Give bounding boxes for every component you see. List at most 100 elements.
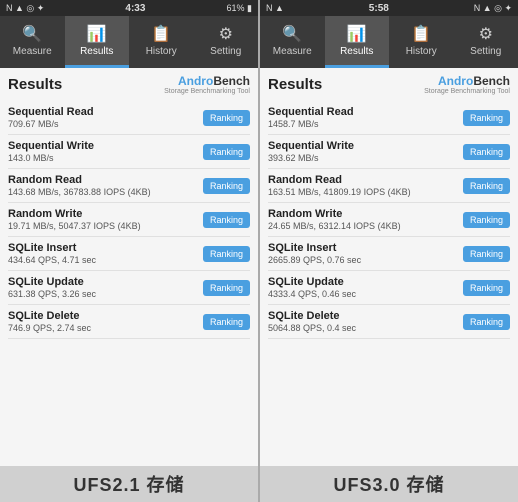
bench-row: Random Write24.65 MB/s, 6312.14 IOPS (4K… (268, 203, 510, 237)
bench-value: 746.9 QPS, 2.74 sec (8, 323, 197, 333)
bench-info: Random Write19.71 MB/s, 5047.37 IOPS (4K… (8, 208, 197, 231)
bench-name: SQLite Update (268, 276, 457, 288)
top-bar: N ▲5:58N ▲ ◎ ✦ (260, 0, 518, 16)
nav-bar: 🔍Measure 📊 Results 📋History⚙Setting (0, 16, 258, 68)
bench-row: Random Read143.68 MB/s, 36783.88 IOPS (4… (8, 169, 250, 203)
ranking-button[interactable]: Ranking (463, 314, 510, 330)
bench-name: Sequential Read (268, 106, 457, 118)
nav-label-measure: Measure (273, 46, 312, 57)
nav-label-setting: Setting (470, 46, 501, 57)
top-bar-right-icons: 61% ▮ (227, 3, 252, 14)
bench-name: SQLite Insert (268, 242, 457, 254)
nav-label-setting: Setting (210, 46, 241, 57)
andro-logo-main: AndroBench (438, 74, 510, 88)
bench-name: SQLite Insert (8, 242, 197, 254)
results-header: ResultsAndroBenchStorage Benchmarking To… (268, 74, 510, 95)
top-bar-left-icons: N ▲ (266, 3, 284, 13)
bench-name: SQLite Delete (8, 310, 197, 322)
bench-value: 19.71 MB/s, 5047.37 IOPS (4KB) (8, 221, 197, 231)
bench-value: 709.67 MB/s (8, 119, 197, 129)
bench-info: Sequential Write143.0 MB/s (8, 140, 197, 163)
top-bar-left-icons: N ▲ ◎ ✦ (6, 3, 44, 14)
nav-icon-measure: 🔍 (282, 24, 302, 44)
top-bar: N ▲ ◎ ✦ 4:33 61% ▮ (0, 0, 258, 16)
ranking-button[interactable]: Ranking (203, 246, 250, 262)
andro-logo-main: AndroBench (178, 74, 250, 88)
bench-value: 631.38 QPS, 3.26 sec (8, 289, 197, 299)
ranking-button[interactable]: Ranking (203, 178, 250, 194)
content-area: ResultsAndroBenchStorage Benchmarking To… (260, 68, 518, 466)
nav-icon-setting: ⚙ (479, 24, 493, 44)
bench-value: 1458.7 MB/s (268, 119, 457, 129)
nav-icon-results: 📊 (87, 24, 107, 44)
bench-name: SQLite Update (8, 276, 197, 288)
time-display: 4:33 (125, 3, 145, 14)
nav-label-results: Results (340, 46, 373, 57)
nav-item-measure[interactable]: 🔍 Measure (260, 16, 325, 68)
bench-value: 143.0 MB/s (8, 153, 197, 163)
bench-value: 434.64 QPS, 4.71 sec (8, 255, 197, 265)
bench-name: Random Read (8, 174, 197, 186)
bench-info: Random Read163.51 MB/s, 41809.19 IOPS (4… (268, 174, 457, 197)
bench-row: Random Write19.71 MB/s, 5047.37 IOPS (4K… (8, 203, 250, 237)
bench-info: Sequential Read1458.7 MB/s (268, 106, 457, 129)
bench-row: SQLite Update631.38 QPS, 3.26 sec Ranking (8, 271, 250, 305)
bench-row: Random Read163.51 MB/s, 41809.19 IOPS (4… (268, 169, 510, 203)
nav-item-history[interactable]: 📋History (129, 16, 194, 68)
ranking-button[interactable]: Ranking (203, 110, 250, 126)
bench-row: Sequential Read709.67 MB/s Ranking (8, 101, 250, 135)
bottom-row: UFS2.1 存储 UFS3.0 存储 (0, 466, 518, 502)
nav-item-history[interactable]: 📋 History (389, 16, 454, 68)
nav-icon-history: 📋 (151, 24, 171, 44)
bench-value: 393.62 MB/s (268, 153, 457, 163)
bench-name: Sequential Write (8, 140, 197, 152)
ranking-button[interactable]: Ranking (203, 212, 250, 228)
bench-name: Random Read (268, 174, 457, 186)
nav-label-history: History (406, 46, 437, 57)
content-area: Results AndroBenchStorage Benchmarking To… (0, 68, 258, 466)
ranking-button[interactable]: Ranking (463, 246, 510, 262)
bench-value: 4333.4 QPS, 0.46 sec (268, 289, 457, 299)
nav-icon-history: 📋 (411, 24, 431, 44)
bench-info: SQLite Insert434.64 QPS, 4.71 sec (8, 242, 197, 265)
nav-label-measure: Measure (13, 46, 52, 57)
bottom-label-right: UFS3.0 存储 (260, 466, 518, 502)
bench-info: SQLite Update631.38 QPS, 3.26 sec (8, 276, 197, 299)
bench-info: Sequential Read709.67 MB/s (8, 106, 197, 129)
bench-name: Random Write (8, 208, 197, 220)
bench-name: SQLite Delete (268, 310, 457, 322)
nav-item-measure[interactable]: 🔍Measure (0, 16, 65, 68)
bench-name: Sequential Read (8, 106, 197, 118)
bench-info: Random Read143.68 MB/s, 36783.88 IOPS (4… (8, 174, 197, 197)
bottom-label-text: UFS3.0 存储 (333, 471, 444, 497)
nav-label-results: Results (80, 46, 113, 57)
panel-left: N ▲ ◎ ✦ 4:33 61% ▮ 🔍Measure 📊 Results 📋History… (0, 0, 260, 466)
ranking-button[interactable]: Ranking (203, 144, 250, 160)
bench-row: Sequential Write143.0 MB/s Ranking (8, 135, 250, 169)
time-display: 5:58 (369, 3, 389, 14)
ranking-button[interactable]: Ranking (203, 280, 250, 296)
nav-icon-results: 📊 (347, 24, 367, 44)
nav-item-results[interactable]: 📊 Results (325, 16, 390, 68)
bottom-label-text: UFS2.1 存储 (73, 471, 184, 497)
ranking-button[interactable]: Ranking (463, 178, 510, 194)
bench-row: SQLite Insert2665.89 QPS, 0.76 secRankin… (268, 237, 510, 271)
ranking-button[interactable]: Ranking (463, 110, 510, 126)
ranking-button[interactable]: Ranking (463, 144, 510, 160)
bench-row: Sequential Write393.62 MB/sRanking (268, 135, 510, 169)
nav-item-setting[interactable]: ⚙Setting (194, 16, 259, 68)
nav-bar: 🔍 Measure 📊 Results 📋 History ⚙ Setting (260, 16, 518, 68)
ranking-button[interactable]: Ranking (463, 212, 510, 228)
bench-info: SQLite Delete746.9 QPS, 2.74 sec (8, 310, 197, 333)
bench-info: SQLite Update4333.4 QPS, 0.46 sec (268, 276, 457, 299)
results-title: Results (8, 76, 62, 93)
nav-item-setting[interactable]: ⚙ Setting (454, 16, 518, 68)
bench-value: 24.65 MB/s, 6312.14 IOPS (4KB) (268, 221, 457, 231)
andro-logo: AndroBenchStorage Benchmarking Tool (424, 74, 510, 95)
nav-item-results[interactable]: 📊 Results (65, 16, 130, 68)
bottom-label-left: UFS2.1 存储 (0, 466, 260, 502)
ranking-button[interactable]: Ranking (463, 280, 510, 296)
andro-logo: AndroBenchStorage Benchmarking Tool (164, 74, 250, 95)
ranking-button[interactable]: Ranking (203, 314, 250, 330)
bench-row: SQLite Update4333.4 QPS, 0.46 sec Ranking (268, 271, 510, 305)
